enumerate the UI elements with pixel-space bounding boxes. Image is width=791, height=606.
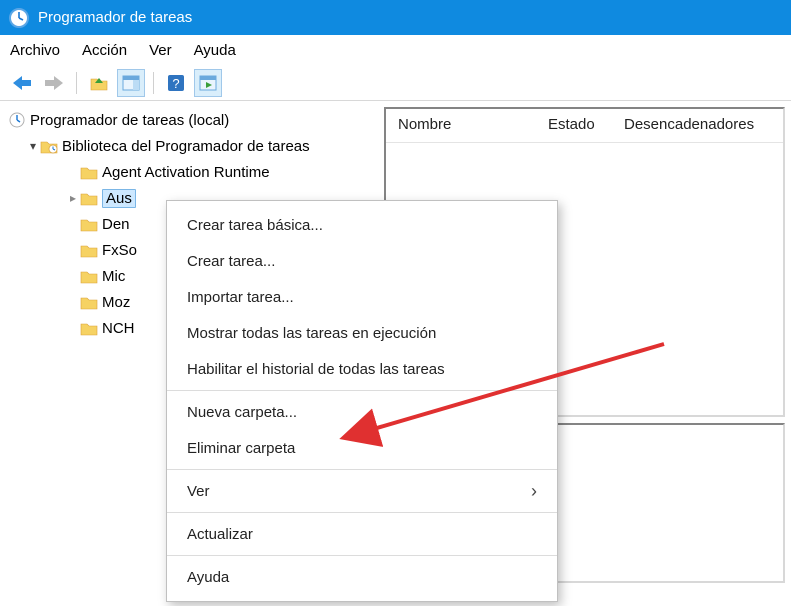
svg-text:?: ? xyxy=(172,76,179,91)
tree-item[interactable]: Agent Activation Runtime xyxy=(4,159,374,185)
ctx-separator xyxy=(167,512,557,513)
folder-icon xyxy=(80,293,98,311)
grid-header: Nombre Estado Desencadenadores xyxy=(386,109,783,143)
clock-icon xyxy=(8,111,26,129)
folder-icon xyxy=(80,215,98,233)
tree-root[interactable]: Programador de tareas (local) xyxy=(4,107,374,133)
folder-clock-icon xyxy=(40,137,58,155)
toolbar-separator xyxy=(153,72,154,94)
app-icon xyxy=(8,7,30,29)
menu-ayuda[interactable]: Ayuda xyxy=(194,42,236,59)
run-panel-button[interactable] xyxy=(194,69,222,97)
toolbar-separator xyxy=(76,72,77,94)
ctx-importar-tarea[interactable]: Importar tarea... xyxy=(167,279,557,315)
folder-icon xyxy=(80,189,98,207)
menu-accion[interactable]: Acción xyxy=(82,42,127,59)
folder-icon xyxy=(80,241,98,259)
context-menu: Crear tarea básica... Crear tarea... Imp… xyxy=(166,200,558,602)
ctx-actualizar[interactable]: Actualizar xyxy=(167,516,557,552)
tree-library[interactable]: Biblioteca del Programador de tareas xyxy=(4,133,374,159)
folder-icon xyxy=(80,163,98,181)
tree-item-label: Agent Activation Runtime xyxy=(102,164,270,181)
tree-item-label: NCH xyxy=(102,320,135,337)
forward-button[interactable] xyxy=(40,69,68,97)
window-title: Programador de tareas xyxy=(38,9,192,26)
folder-icon xyxy=(80,267,98,285)
menu-archivo[interactable]: Archivo xyxy=(10,42,60,59)
tree-item-label: Den xyxy=(102,216,130,233)
up-folder-button[interactable] xyxy=(85,69,113,97)
col-nombre[interactable]: Nombre xyxy=(386,109,536,142)
tree-item-label: FxSo xyxy=(102,242,137,259)
tree-item-label: Moz xyxy=(102,294,130,311)
chevron-right-icon xyxy=(531,481,537,502)
tree-library-label: Biblioteca del Programador de tareas xyxy=(62,138,310,155)
caret-icon[interactable] xyxy=(66,191,80,205)
tree-item-label: Aus xyxy=(102,189,136,208)
ctx-mostrar-todas[interactable]: Mostrar todas las tareas en ejecución xyxy=(167,315,557,351)
ctx-eliminar-carpeta[interactable]: Eliminar carpeta xyxy=(167,430,557,466)
ctx-separator xyxy=(167,555,557,556)
menubar: Archivo Acción Ver Ayuda xyxy=(0,35,791,65)
toolbar: ? xyxy=(0,65,791,101)
ctx-nueva-carpeta[interactable]: Nueva carpeta... xyxy=(167,394,557,430)
panel-toggle-button[interactable] xyxy=(117,69,145,97)
menu-ver[interactable]: Ver xyxy=(149,42,172,59)
tree-root-label: Programador de tareas (local) xyxy=(30,112,229,129)
ctx-crear-tarea-basica[interactable]: Crear tarea básica... xyxy=(167,207,557,243)
ctx-separator xyxy=(167,469,557,470)
ctx-habilitar-historial[interactable]: Habilitar el historial de todas las tare… xyxy=(167,351,557,387)
help-button[interactable]: ? xyxy=(162,69,190,97)
caret-icon[interactable] xyxy=(26,139,40,153)
col-estado[interactable]: Estado xyxy=(536,109,612,142)
col-desencadenadores[interactable]: Desencadenadores xyxy=(612,109,783,142)
back-button[interactable] xyxy=(8,69,36,97)
ctx-ayuda[interactable]: Ayuda xyxy=(167,559,557,595)
ctx-ver[interactable]: Ver xyxy=(167,473,557,509)
ctx-crear-tarea[interactable]: Crear tarea... xyxy=(167,243,557,279)
folder-icon xyxy=(80,319,98,337)
window-titlebar: Programador de tareas xyxy=(0,0,791,35)
ctx-separator xyxy=(167,390,557,391)
tree-item-label: Mic xyxy=(102,268,125,285)
